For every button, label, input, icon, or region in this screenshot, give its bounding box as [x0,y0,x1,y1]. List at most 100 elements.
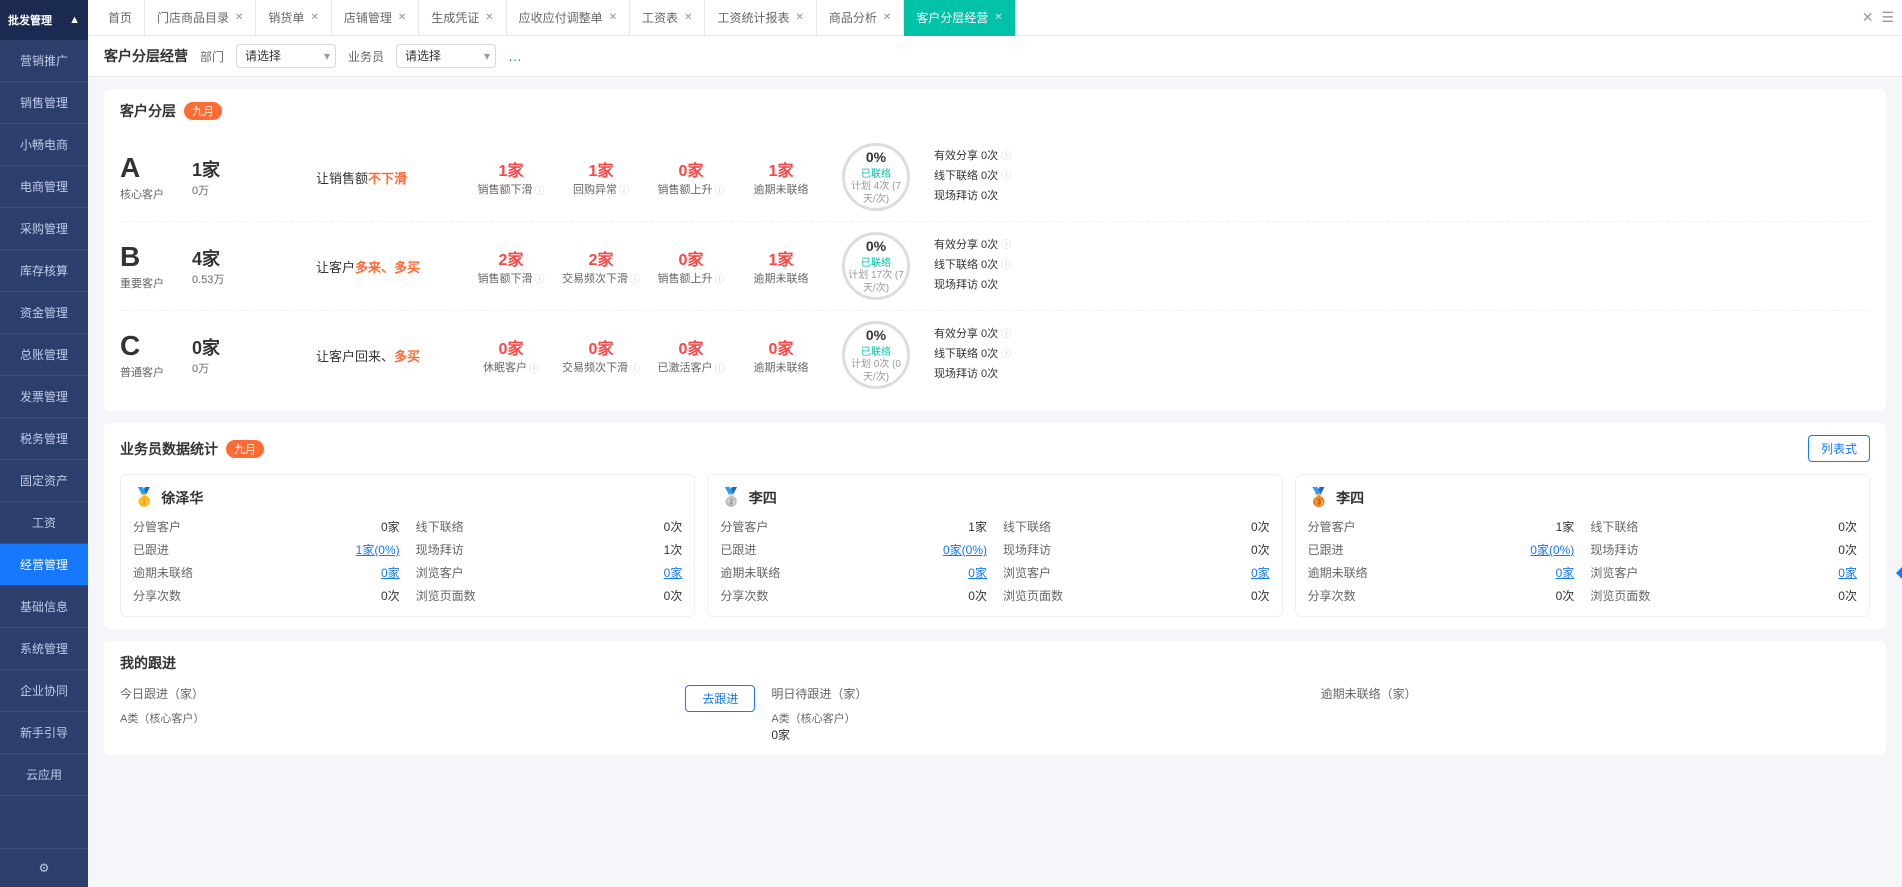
staff-stat-row: 浏览页面数 0次 [1590,587,1857,604]
info-icon[interactable]: ⓘ [535,271,545,286]
tab-menu-icon[interactable]: ☰ [1881,9,1894,26]
sidebar-item-operations[interactable]: 经营管理 [0,544,88,586]
tab-close-icon[interactable]: ✕ [235,12,243,23]
staff-stat-row: 现场拜访 0次 [1590,541,1857,558]
tier-b-letter: B [120,241,180,273]
tier-a-slogan: 让销售额不下滑 [316,168,446,187]
sidebar-item-invoice[interactable]: 发票管理 [0,376,88,418]
staff-name-2: 李四 [749,488,777,508]
staff-stats-header: 业务员数据统计 九月 列表式 [120,435,1870,462]
staff-name-1: 徐泽华 [161,488,203,508]
tab-close-icon[interactable]: ✕ [994,12,1002,23]
tier-b-stat-1: 2家 销售额下滑 ⓘ [466,246,556,286]
info-icon[interactable]: ⓘ [630,271,640,286]
tier-c-stat-2: 0家 交易频次下滑 ⓘ [556,335,646,375]
sidebar-header[interactable]: 批发管理 ▲ [0,0,88,40]
sidebar: 批发管理 ▲ 营销推广 销售管理 小畅电商 电商管理 采购管理 库存核算 资金管… [0,0,88,887]
info-icon[interactable]: ⓘ [715,271,725,286]
dept-select[interactable]: 请选择 [236,44,336,68]
tab-customer-tier[interactable]: 客户分层经营 ✕ [904,0,1015,36]
tab-close-icon[interactable]: ✕ [485,12,493,23]
followup-grid: 今日跟进（家） A类（核心客户） 去跟进 明日待跟进（家） A类（核心客户） 0… [120,685,1870,743]
staff-stats-grid-3: 分管客户 1家 线下联络 0次 已跟进 0家(0%) 现场拜访 [1308,518,1857,604]
tab-close-icon[interactable]: ✕ [684,12,692,23]
tab-home[interactable]: 首页 [96,0,145,36]
tier-c-circle: 0% 已联络 计划 0次 (0天/次) [842,321,910,389]
info-icon[interactable]: ⓘ [1001,151,1011,162]
tier-c-stat-4: 0家 逾期未联络 [736,335,826,375]
tier-b-count: 4家 0.53万 [180,240,300,292]
settings-button[interactable]: ⚙ [0,848,88,887]
info-icon[interactable]: ⓘ [1001,260,1011,271]
tier-b-name: 重要客户 [120,275,180,291]
sidebar-item-inventory[interactable]: 库存核算 [0,250,88,292]
sidebar-item-finance[interactable]: 资金管理 [0,292,88,334]
tab-close-icon[interactable]: ✕ [609,12,617,23]
staff-stat-row: 分享次数 0次 [133,587,400,604]
dept-select-wrap: 请选择 [236,44,336,68]
tab-sales-order[interactable]: 销货单 ✕ [256,0,331,36]
info-icon[interactable]: ⓘ [1001,171,1011,182]
tab-payroll-report[interactable]: 工资统计报表 ✕ [705,0,816,36]
tier-b-stat-3: 0家 销售额上升 ⓘ [646,246,736,286]
more-options-button[interactable]: … [508,48,522,64]
info-icon[interactable]: ⓘ [630,360,640,375]
goto-followup-button[interactable]: 去跟进 [685,685,755,712]
tier-b-slogan-highlight: 多来、多买 [355,260,420,275]
list-view-button[interactable]: 列表式 [1808,435,1870,462]
info-icon[interactable]: ⓘ [619,182,629,197]
tab-payroll-table[interactable]: 工资表 ✕ [630,0,705,36]
staff-card-1: 🥇 徐泽华 分管客户 0家 线下联络 0次 已跟进 [120,474,695,617]
tab-close-all-icon[interactable]: ✕ [1862,9,1874,26]
tab-voucher[interactable]: 生成凭证 ✕ [419,0,506,36]
sidebar-item-cloud[interactable]: 云应用 [0,754,88,796]
tier-b-stat-4: 1家 逾期未联络 [736,246,826,286]
staff-select[interactable]: 请选择 [396,44,496,68]
info-icon[interactable]: ⓘ [1001,349,1011,360]
staff-name-row-1: 🥇 徐泽华 [133,487,682,508]
sidebar-item-marketing[interactable]: 营销推广 [0,40,88,82]
sidebar-item-fixed-assets[interactable]: 固定资产 [0,460,88,502]
sidebar-item-guide[interactable]: 新手引导 [0,712,88,754]
tab-ar-ap[interactable]: 应收应付调整单 ✕ [507,0,630,36]
tier-c-label: C 普通客户 [120,330,180,380]
staff-stat-row: 浏览页面数 0次 [416,587,683,604]
followup-overdue-title: 逾期未联络（家） [1321,685,1870,702]
followup-title: 我的跟进 [120,653,176,673]
staff-medal-3: 🥉 [1308,487,1330,508]
followup-today-title: 今日跟进（家） [120,685,669,702]
tab-store-products[interactable]: 门店商品目录 ✕ [145,0,256,36]
tier-a-slogan-highlight: 不下滑 [368,171,407,186]
sidebar-item-system[interactable]: 系统管理 [0,628,88,670]
info-icon[interactable]: ⓘ [1001,240,1011,251]
sidebar-item-purchase[interactable]: 采购管理 [0,208,88,250]
tab-store-manage[interactable]: 店铺管理 ✕ [332,0,419,36]
tab-close-icon[interactable]: ✕ [398,12,406,23]
sidebar-item-sales[interactable]: 销售管理 [0,82,88,124]
staff-select-wrap: 请选择 [396,44,496,68]
tier-c-right-stats: 有效分享 0次 ⓘ 线下联络 0次 ⓘ 现场拜访 0次 [934,325,1011,384]
staff-stat-row: 线下联络 0次 [416,518,683,535]
sidebar-item-payroll[interactable]: 工资 [0,502,88,544]
info-icon[interactable]: ⓘ [529,360,539,375]
sidebar-item-cooperation[interactable]: 企业协同 [0,670,88,712]
sidebar-item-tax[interactable]: 税务管理 [0,418,88,460]
info-icon[interactable]: ⓘ [715,182,725,197]
staff-stat-row: 现场拜访 0次 [1003,541,1270,558]
followup-header: 我的跟进 [120,653,1870,673]
sidebar-item-ecommerce-small[interactable]: 小畅电商 [0,124,88,166]
main-area: 首页 门店商品目录 ✕ 销货单 ✕ 店铺管理 ✕ 生成凭证 ✕ 应收应付调整单 … [88,0,1902,887]
tab-close-icon[interactable]: ✕ [310,12,318,23]
sidebar-item-ledger[interactable]: 总账管理 [0,334,88,376]
info-icon[interactable]: ⓘ [1001,329,1011,340]
tier-a-count-sub: 0万 [192,182,300,198]
info-icon[interactable]: ⓘ [715,360,725,375]
customer-tier-section: 客户分层 九月 A 核心客户 1家 0万 让销售额不下滑 1家 [104,89,1886,411]
sidebar-item-ecommerce[interactable]: 电商管理 [0,166,88,208]
tier-c-stat-1: 0家 休眠客户 ⓘ [466,335,556,375]
sidebar-item-basic-info[interactable]: 基础信息 [0,586,88,628]
tab-close-icon[interactable]: ✕ [883,12,891,23]
info-icon[interactable]: ⓘ [535,182,545,197]
tab-product-analysis[interactable]: 商品分析 ✕ [817,0,904,36]
tab-close-icon[interactable]: ✕ [795,12,803,23]
